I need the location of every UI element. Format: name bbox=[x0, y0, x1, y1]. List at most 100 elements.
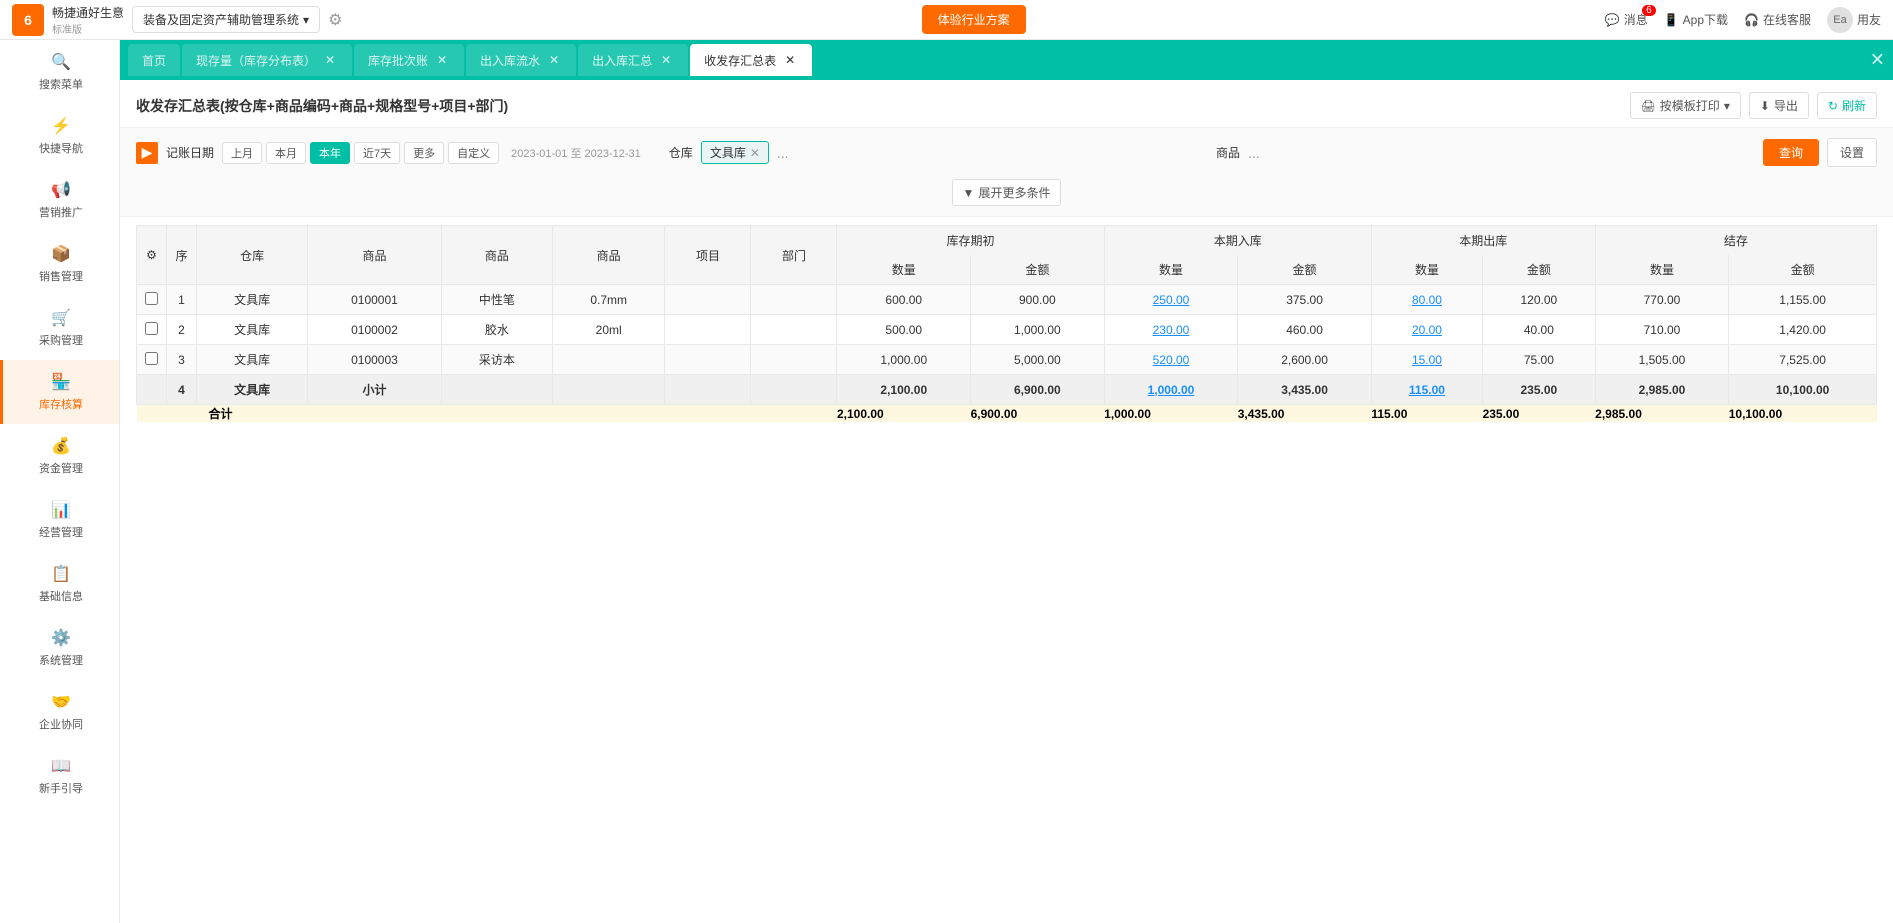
row1-closing-qty: 770.00 bbox=[1595, 285, 1729, 315]
row2-opening-amt: 1,000.00 bbox=[971, 315, 1105, 345]
page-header-actions: 🖨 按模板打印 ▾ ⬇ 导出 ↻ 刷新 bbox=[1630, 92, 1877, 119]
subtotal-inbound-qty[interactable]: 1,000.00 bbox=[1104, 375, 1238, 405]
print-button[interactable]: 🖨 按模板打印 ▾ bbox=[1630, 92, 1741, 119]
sidebar-item-quick-nav[interactable]: ⚡ 快捷导航 bbox=[0, 104, 119, 168]
row1-warehouse: 文具库 bbox=[197, 285, 308, 315]
sidebar-item-finance[interactable]: 💰 资金管理 bbox=[0, 424, 119, 488]
subtotal-closing-amt: 10,100.00 bbox=[1729, 375, 1877, 405]
tab-recv-send-close[interactable]: ✕ bbox=[782, 52, 798, 68]
sidebar-item-guide[interactable]: 📖 新手引导 bbox=[0, 744, 119, 808]
sidebar-item-sales[interactable]: 📦 销售管理 bbox=[0, 232, 119, 296]
th-settings[interactable]: ⚙ bbox=[137, 226, 167, 285]
row1-outbound-qty[interactable]: 80.00 bbox=[1371, 285, 1482, 315]
trial-button[interactable]: 体验行业方案 bbox=[922, 5, 1026, 34]
row3-checkbox[interactable] bbox=[137, 345, 167, 375]
row3-opening-amt: 5,000.00 bbox=[971, 345, 1105, 375]
warehouse-tag[interactable]: 文具库 ✕ bbox=[701, 141, 769, 164]
row2-outbound-qty[interactable]: 20.00 bbox=[1371, 315, 1482, 345]
sidebar-item-system[interactable]: ⚙️ 系统管理 bbox=[0, 616, 119, 680]
sidebar-item-basic-info[interactable]: 📋 基础信息 bbox=[0, 552, 119, 616]
tab-home[interactable]: 首页 bbox=[128, 44, 180, 76]
app-download-item[interactable]: 📱 App下载 bbox=[1664, 11, 1728, 28]
search-icon: 🔍 bbox=[51, 52, 71, 72]
checkbox-1[interactable] bbox=[145, 292, 158, 305]
total-opening-amt: 6,900.00 bbox=[971, 405, 1105, 423]
row3-outbound-qty[interactable]: 15.00 bbox=[1371, 345, 1482, 375]
date-btn-this-month[interactable]: 本月 bbox=[266, 142, 306, 164]
date-btn-custom[interactable]: 自定义 bbox=[448, 142, 499, 164]
goods-more-btn[interactable]: ... bbox=[1248, 145, 1260, 161]
online-service-item[interactable]: 🎧 在线客服 bbox=[1744, 11, 1811, 28]
expand-more-button[interactable]: ▼ 展开更多条件 bbox=[952, 179, 1062, 206]
message-icon: 💬 bbox=[1605, 13, 1620, 27]
collab-icon: 🤝 bbox=[51, 692, 71, 712]
query-button[interactable]: 查询 bbox=[1763, 139, 1819, 166]
sidebar-item-inventory[interactable]: 🏪 库存核算 bbox=[0, 360, 119, 424]
row3-closing-qty: 1,505.00 bbox=[1595, 345, 1729, 375]
sidebar-item-purchase[interactable]: 🛒 采购管理 bbox=[0, 296, 119, 360]
phone-icon: 📱 bbox=[1664, 13, 1679, 27]
row1-opening-amt: 900.00 bbox=[971, 285, 1105, 315]
tab-inout-summary-close[interactable]: ✕ bbox=[658, 52, 674, 68]
refresh-button[interactable]: ↻ 刷新 bbox=[1817, 92, 1877, 119]
row1-checkbox[interactable] bbox=[137, 285, 167, 315]
row1-inbound-qty[interactable]: 250.00 bbox=[1104, 285, 1238, 315]
tab-recv-send[interactable]: 收发存汇总表 ✕ bbox=[690, 44, 812, 76]
sidebar-item-collab[interactable]: 🤝 企业协同 bbox=[0, 680, 119, 744]
subtotal-col4 bbox=[441, 375, 552, 405]
subtotal-outbound-qty[interactable]: 115.00 bbox=[1371, 375, 1482, 405]
row2-checkbox[interactable] bbox=[137, 315, 167, 345]
date-btn-7days[interactable]: 近7天 bbox=[354, 142, 400, 164]
tab-inout-summary[interactable]: 出入库汇总 ✕ bbox=[578, 44, 688, 76]
global-close-button[interactable]: ✕ bbox=[1870, 50, 1885, 71]
tab-stock-dist-close[interactable]: ✕ bbox=[322, 52, 338, 68]
tab-batch-close[interactable]: ✕ bbox=[434, 52, 450, 68]
tab-stock-dist[interactable]: 现存量（库存分布表） ✕ bbox=[182, 44, 352, 76]
row3-inbound-amt: 2,600.00 bbox=[1238, 345, 1372, 375]
table-body: 1 文具库 0100001 中性笔 0.7mm 600.00 900.00 25… bbox=[137, 285, 1877, 405]
th-closing-qty: 数量 bbox=[1595, 255, 1729, 285]
date-range-display: 2023-01-01 至 2023-12-31 bbox=[511, 145, 641, 161]
tab-batch[interactable]: 库存批次账 ✕ bbox=[354, 44, 464, 76]
row1-opening-qty: 600.00 bbox=[837, 285, 971, 315]
checkbox-3[interactable] bbox=[145, 352, 158, 365]
table-settings-icon[interactable]: ⚙ bbox=[146, 248, 157, 262]
row3-inbound-qty[interactable]: 520.00 bbox=[1104, 345, 1238, 375]
warehouse-tag-close[interactable]: ✕ bbox=[750, 146, 760, 160]
row2-inbound-qty[interactable]: 230.00 bbox=[1104, 315, 1238, 345]
row2-outbound-amt: 40.00 bbox=[1483, 315, 1596, 345]
messages-item[interactable]: 💬 消息 6 bbox=[1605, 11, 1648, 28]
date-btn-more[interactable]: 更多 bbox=[404, 142, 444, 164]
setting-button[interactable]: 设置 bbox=[1827, 138, 1877, 167]
row2-inbound-amt: 460.00 bbox=[1238, 315, 1372, 345]
sidebar-item-search[interactable]: 🔍 搜索菜单 bbox=[0, 40, 119, 104]
row3-closing-amt: 7,525.00 bbox=[1729, 345, 1877, 375]
warehouse-more-btn[interactable]: ... bbox=[777, 145, 789, 161]
sidebar-item-operations[interactable]: 📊 经营管理 bbox=[0, 488, 119, 552]
total-outbound-amt: 235.00 bbox=[1483, 405, 1596, 423]
date-btn-this-year[interactable]: 本年 bbox=[310, 142, 350, 164]
filter-bar: ▶ 记账日期 上月 本月 本年 近7天 更多 自定义 2023-01-01 至 … bbox=[120, 128, 1893, 217]
finance-icon: 💰 bbox=[51, 436, 71, 456]
total-closing-amt: 10,100.00 bbox=[1729, 405, 1877, 423]
total-opening-qty: 2,100.00 bbox=[837, 405, 971, 423]
tab-inout-flow[interactable]: 出入库流水 ✕ bbox=[466, 44, 576, 76]
th-inbound-qty: 数量 bbox=[1104, 255, 1238, 285]
total-label: 合计 bbox=[197, 405, 837, 423]
app-info: 畅捷通好生意 标准版 bbox=[52, 4, 124, 36]
tab-inout-flow-close[interactable]: ✕ bbox=[546, 52, 562, 68]
filter-row-1: ▶ 记账日期 上月 本月 本年 近7天 更多 自定义 2023-01-01 至 … bbox=[136, 138, 1877, 167]
system-selector[interactable]: 装备及固定资产辅助管理系统 ▾ bbox=[132, 6, 320, 33]
date-btn-last-month[interactable]: 上月 bbox=[222, 142, 262, 164]
sidebar-item-marketing[interactable]: 📢 营销推广 bbox=[0, 168, 119, 232]
row3-department bbox=[751, 345, 837, 375]
checkbox-2[interactable] bbox=[145, 322, 158, 335]
user-item[interactable]: Ea 用友 bbox=[1827, 7, 1881, 33]
export-button[interactable]: ⬇ 导出 bbox=[1749, 92, 1809, 119]
subtotal-checkbox bbox=[137, 375, 167, 405]
filter-expand-button[interactable]: ▶ bbox=[136, 142, 158, 164]
total-row: 合计 2,100.00 6,900.00 1,000.00 3,435.00 1… bbox=[137, 405, 1877, 423]
header-right: 💬 消息 6 📱 App下载 🎧 在线客服 Ea 用友 bbox=[1605, 7, 1881, 33]
row3-opening-qty: 1,000.00 bbox=[837, 345, 971, 375]
gear-icon[interactable]: ⚙ bbox=[328, 10, 342, 30]
